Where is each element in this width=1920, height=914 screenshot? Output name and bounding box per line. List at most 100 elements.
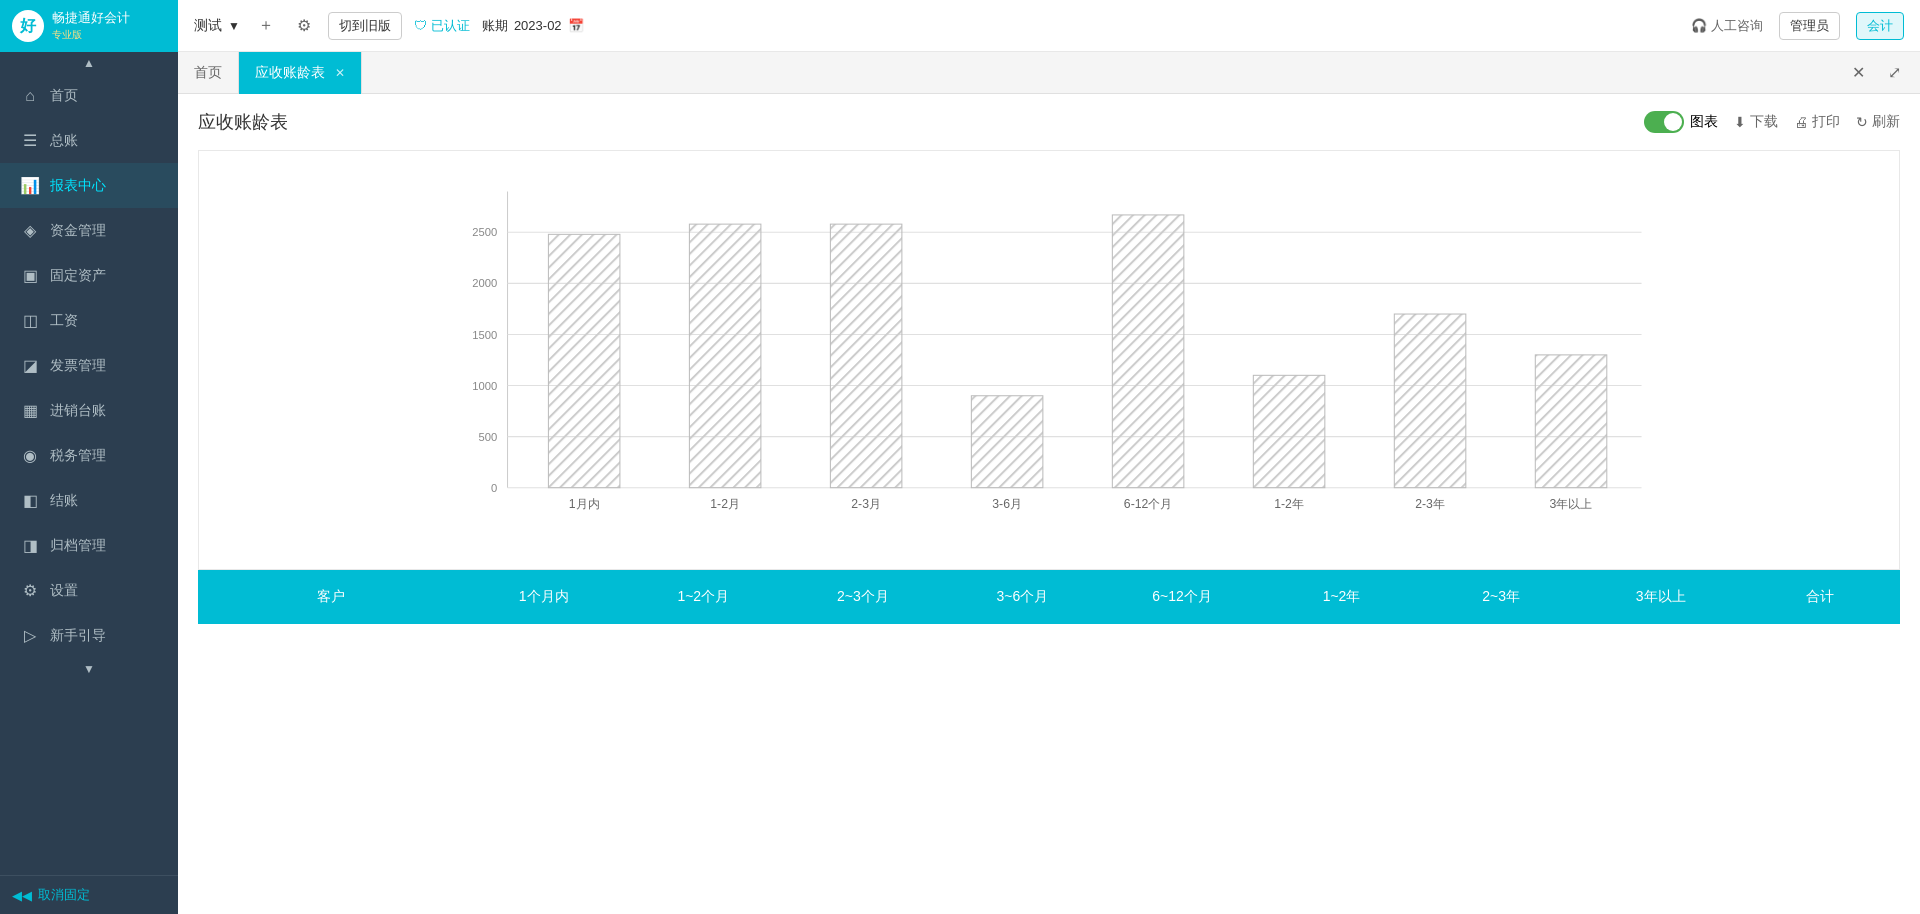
col-1-2month: 1~2个月 [624,570,784,624]
sidebar-item-label: 进销台账 [50,402,106,420]
sidebar-nav: ▲ ⌂ 首页 ☰ 总账 📊 报表中心 ◈ 资金管理 ▣ 固定资产 ◫ 工资 ◪ … [0,52,178,875]
logo-icon: 好 [12,10,44,42]
svg-rect-14 [548,234,620,487]
capital-icon: ◈ [20,221,40,240]
settings-button[interactable]: ⚙ [290,12,318,40]
sidebar-item-guide[interactable]: ▷ 新手引导 [0,613,178,658]
sidebar-item-salary[interactable]: ◫ 工资 [0,298,178,343]
page-toolbar: 图表 ⬇ 下载 🖨 打印 ↻ 刷新 [1644,111,1900,133]
main-area: 测试 ▼ ＋ ⚙ 切到旧版 🛡 已认证 账期 2023-02 📅 🎧 人工咨询 … [178,0,1920,914]
sidebar-scroll-down[interactable]: ▼ [0,658,178,680]
svg-text:1月内: 1月内 [569,497,600,511]
chevron-down-icon: ▼ [228,19,240,33]
sidebar-scroll-up[interactable]: ▲ [0,52,178,74]
chart-toggle[interactable] [1644,111,1684,133]
tab-aging-label: 应收账龄表 [255,64,325,82]
svg-rect-24 [1253,375,1325,487]
sidebar-item-closing[interactable]: ◧ 结账 [0,478,178,523]
svg-text:0: 0 [491,482,497,494]
sidebar-item-purchase[interactable]: ▦ 进销台账 [0,388,178,433]
svg-text:2000: 2000 [472,277,497,289]
download-icon: ⬇ [1734,114,1746,130]
sidebar-item-reports[interactable]: 📊 报表中心 [0,163,178,208]
col-customer: 客户 [198,570,464,624]
col-1-2year: 1~2年 [1262,570,1422,624]
svg-text:3年以上: 3年以上 [1550,497,1593,511]
sidebar-item-home[interactable]: ⌂ 首页 [0,74,178,118]
tabbar: 首页 应收账龄表 ✕ ✕ ⤢ [178,52,1920,94]
sidebar-item-label: 工资 [50,312,78,330]
sidebar-item-label: 固定资产 [50,267,106,285]
home-icon: ⌂ [20,87,40,105]
print-button[interactable]: 🖨 打印 [1794,113,1840,131]
invoice-icon: ◪ [20,356,40,375]
page-title: 应收账龄表 [198,110,288,134]
sidebar-item-tax[interactable]: ◉ 税务管理 [0,433,178,478]
sidebar-item-invoice[interactable]: ◪ 发票管理 [0,343,178,388]
sidebar: 好 畅捷通好会计 专业版 ▲ ⌂ 首页 ☰ 总账 📊 报表中心 ◈ 资金管理 ▣… [0,0,178,914]
closing-icon: ◧ [20,491,40,510]
content-area: 应收账龄表 图表 ⬇ 下载 🖨 打印 ↻ [178,94,1920,914]
tab-close-button[interactable]: ✕ [1844,59,1872,87]
sidebar-item-settings[interactable]: ⚙ 设置 [0,568,178,613]
purchase-icon: ▦ [20,401,40,420]
tab-close-icon[interactable]: ✕ [335,66,345,80]
svg-text:1-2年: 1-2年 [1274,497,1304,511]
svg-text:3-6月: 3-6月 [992,497,1022,511]
tab-expand-button[interactable]: ⤢ [1880,59,1908,87]
sidebar-item-label: 税务管理 [50,447,106,465]
logo-text-block: 畅捷通好会计 专业版 [52,10,130,43]
tab-aging-report[interactable]: 应收账龄表 ✕ [239,52,362,94]
sidebar-item-archive[interactable]: ◨ 归档管理 [0,523,178,568]
svg-text:2500: 2500 [472,226,497,238]
sidebar-item-label: 新手引导 [50,627,106,645]
refresh-button[interactable]: ↻ 刷新 [1856,113,1900,131]
col-2-3year: 2~3年 [1421,570,1581,624]
svg-text:1500: 1500 [472,329,497,341]
logo-badge: 专业版 [52,28,130,42]
svg-text:2-3年: 2-3年 [1415,497,1445,511]
tab-home[interactable]: 首页 [178,52,239,94]
manager-button[interactable]: 管理员 [1779,12,1840,40]
col-3plus-year: 3年以上 [1581,570,1741,624]
reports-icon: 📊 [20,176,40,195]
tabbar-actions: ✕ ⤢ [1844,59,1920,87]
sidebar-logo: 好 畅捷通好会计 专业版 [0,0,178,52]
sidebar-item-assets[interactable]: ▣ 固定资产 [0,253,178,298]
svg-text:1-2月: 1-2月 [710,497,740,511]
tab-home-label: 首页 [194,64,222,82]
calendar-icon[interactable]: 📅 [568,18,584,33]
certified-badge: 🛡 已认证 [414,17,470,35]
pin-label: 取消固定 [38,886,90,904]
chart-label: 图表 [1690,113,1718,131]
svg-rect-16 [689,224,761,488]
accountant-button[interactable]: 会计 [1856,12,1904,40]
project-selector[interactable]: 测试 ▼ [194,17,240,35]
project-name: 测试 [194,17,222,35]
sidebar-pin-button[interactable]: ◀◀ 取消固定 [0,875,178,914]
page-content: 应收账龄表 图表 ⬇ 下载 🖨 打印 ↻ [178,94,1920,914]
sidebar-item-ledger[interactable]: ☰ 总账 [0,118,178,163]
tax-icon: ◉ [20,446,40,465]
bar-chart: 0 500 1000 1500 2000 2500 1月内 [219,171,1879,549]
shield-icon: 🛡 [414,18,427,33]
add-button[interactable]: ＋ [252,12,280,40]
topbar-actions: ＋ ⚙ 切到旧版 [252,12,402,40]
consultant-button[interactable]: 🎧 人工咨询 [1691,17,1763,35]
sidebar-item-label: 首页 [50,87,78,105]
settings-icon: ⚙ [20,581,40,600]
col-3-6month: 3~6个月 [943,570,1103,624]
svg-rect-28 [1535,355,1607,488]
col-6-12month: 6~12个月 [1102,570,1262,624]
page-header: 应收账龄表 图表 ⬇ 下载 🖨 打印 ↻ [198,110,1900,134]
period-display: 账期 2023-02 📅 [482,17,584,35]
chart-area: 0 500 1000 1500 2000 2500 1月内 [198,150,1900,570]
topbar: 测试 ▼ ＋ ⚙ 切到旧版 🛡 已认证 账期 2023-02 📅 🎧 人工咨询 … [178,0,1920,52]
download-button[interactable]: ⬇ 下载 [1734,113,1778,131]
svg-text:6-12个月: 6-12个月 [1124,497,1173,511]
switch-version-button[interactable]: 切到旧版 [328,12,402,40]
logo-name: 畅捷通好会计 [52,10,130,27]
sidebar-item-label: 归档管理 [50,537,106,555]
sidebar-item-capital[interactable]: ◈ 资金管理 [0,208,178,253]
svg-rect-22 [1112,215,1184,488]
